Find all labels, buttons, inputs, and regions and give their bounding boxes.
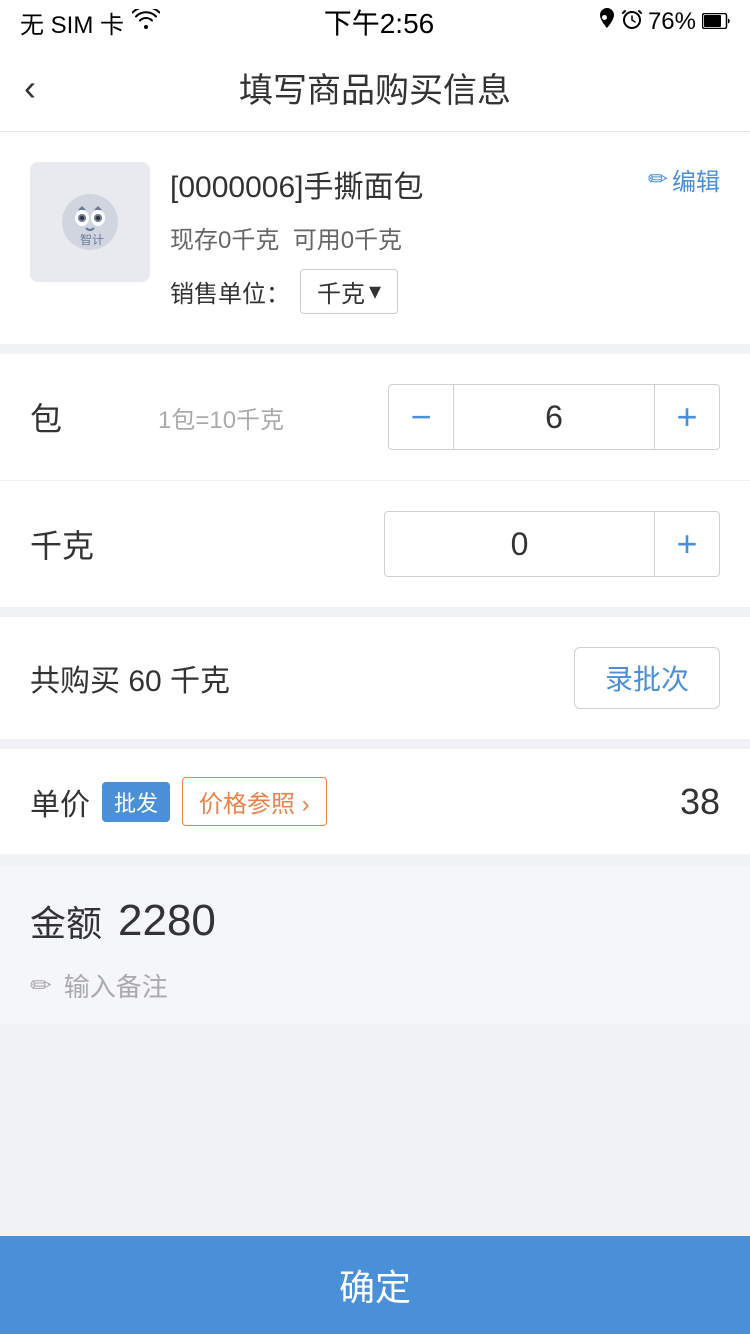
spacer	[0, 1024, 750, 1224]
price-row: 单价 批发 价格参照 › 38	[0, 749, 750, 855]
qty-minus-bag[interactable]: −	[388, 384, 454, 450]
edit-icon: ✏	[648, 165, 668, 194]
product-info: [0000006]手撕面包 现存0千克 可用0千克 销售单位： 千克 ▾	[170, 162, 620, 314]
qty-label-kg: 千克	[30, 521, 150, 567]
wifi-icon	[132, 8, 160, 36]
qty-plus-bag[interactable]: +	[654, 384, 720, 450]
qty-plus-kg[interactable]: +	[654, 511, 720, 577]
status-left: 无 SIM 卡	[20, 5, 160, 40]
confirm-button[interactable]: 确定	[0, 1236, 750, 1334]
quantity-section: 包 1包=10千克 − + 千克 +	[0, 354, 750, 617]
status-right: 76%	[598, 8, 730, 37]
unit-select[interactable]: 千克 ▾	[300, 269, 398, 314]
status-time: 下午2:56	[324, 2, 435, 42]
svg-text:智计: 智计	[80, 232, 104, 247]
price-section: 单价 批发 价格参照 › 38	[0, 749, 750, 865]
total-text: 共购买 60 千克	[30, 656, 230, 700]
qty-controls-kg: +	[384, 511, 720, 577]
battery-icon	[702, 8, 730, 36]
product-name: [0000006]手撕面包	[170, 162, 620, 206]
product-stock: 现存0千克 可用0千克	[170, 220, 620, 255]
remark-placeholder: 输入备注	[64, 967, 168, 1004]
location-icon	[598, 8, 616, 37]
alarm-icon	[622, 8, 642, 37]
product-unit-row: 销售单位： 千克 ▾	[170, 269, 620, 314]
qty-label-bag: 包	[30, 394, 150, 440]
price-value: 38	[680, 781, 720, 823]
pencil-icon: ✏	[30, 970, 52, 1001]
product-image: 智计	[30, 162, 150, 282]
remark-row[interactable]: ✏ 输入备注	[30, 967, 720, 1004]
price-tag: 批发	[102, 782, 170, 822]
sim-text: 无 SIM 卡	[20, 5, 124, 40]
status-bar: 无 SIM 卡 下午2:56 76%	[0, 0, 750, 44]
price-label: 单价	[30, 780, 90, 824]
chevron-down-icon: ▾	[369, 277, 381, 306]
qty-sublabel-bag: 1包=10千克	[158, 400, 284, 435]
nav-bar: ‹ 填写商品购买信息	[0, 44, 750, 132]
batch-button[interactable]: 录批次	[574, 647, 720, 709]
amount-label: 金额	[30, 895, 102, 947]
amount-value: 2280	[118, 896, 216, 946]
battery-text: 76%	[648, 8, 696, 36]
amount-section: 金额 2280 ✏ 输入备注	[0, 865, 750, 1024]
edit-button[interactable]: ✏ 编辑	[648, 162, 720, 197]
quantity-row-kg: 千克 +	[0, 481, 750, 607]
total-section: 共购买 60 千克 录批次	[0, 617, 750, 749]
amount-row: 金额 2280	[30, 895, 720, 947]
qty-controls-bag: − +	[388, 384, 720, 450]
qty-input-kg[interactable]	[384, 511, 654, 577]
product-card: 智计 [0000006]手撕面包 现存0千克 可用0千克 销售单位： 千克 ▾ …	[0, 132, 750, 354]
back-button[interactable]: ‹	[24, 67, 36, 109]
product-actions: ✏ 编辑	[640, 162, 720, 197]
qty-input-bag[interactable]	[454, 384, 654, 450]
quantity-row-bag: 包 1包=10千克 − +	[0, 354, 750, 481]
price-ref-button[interactable]: 价格参照 ›	[182, 777, 327, 826]
page-title: 填写商品购买信息	[239, 63, 511, 112]
